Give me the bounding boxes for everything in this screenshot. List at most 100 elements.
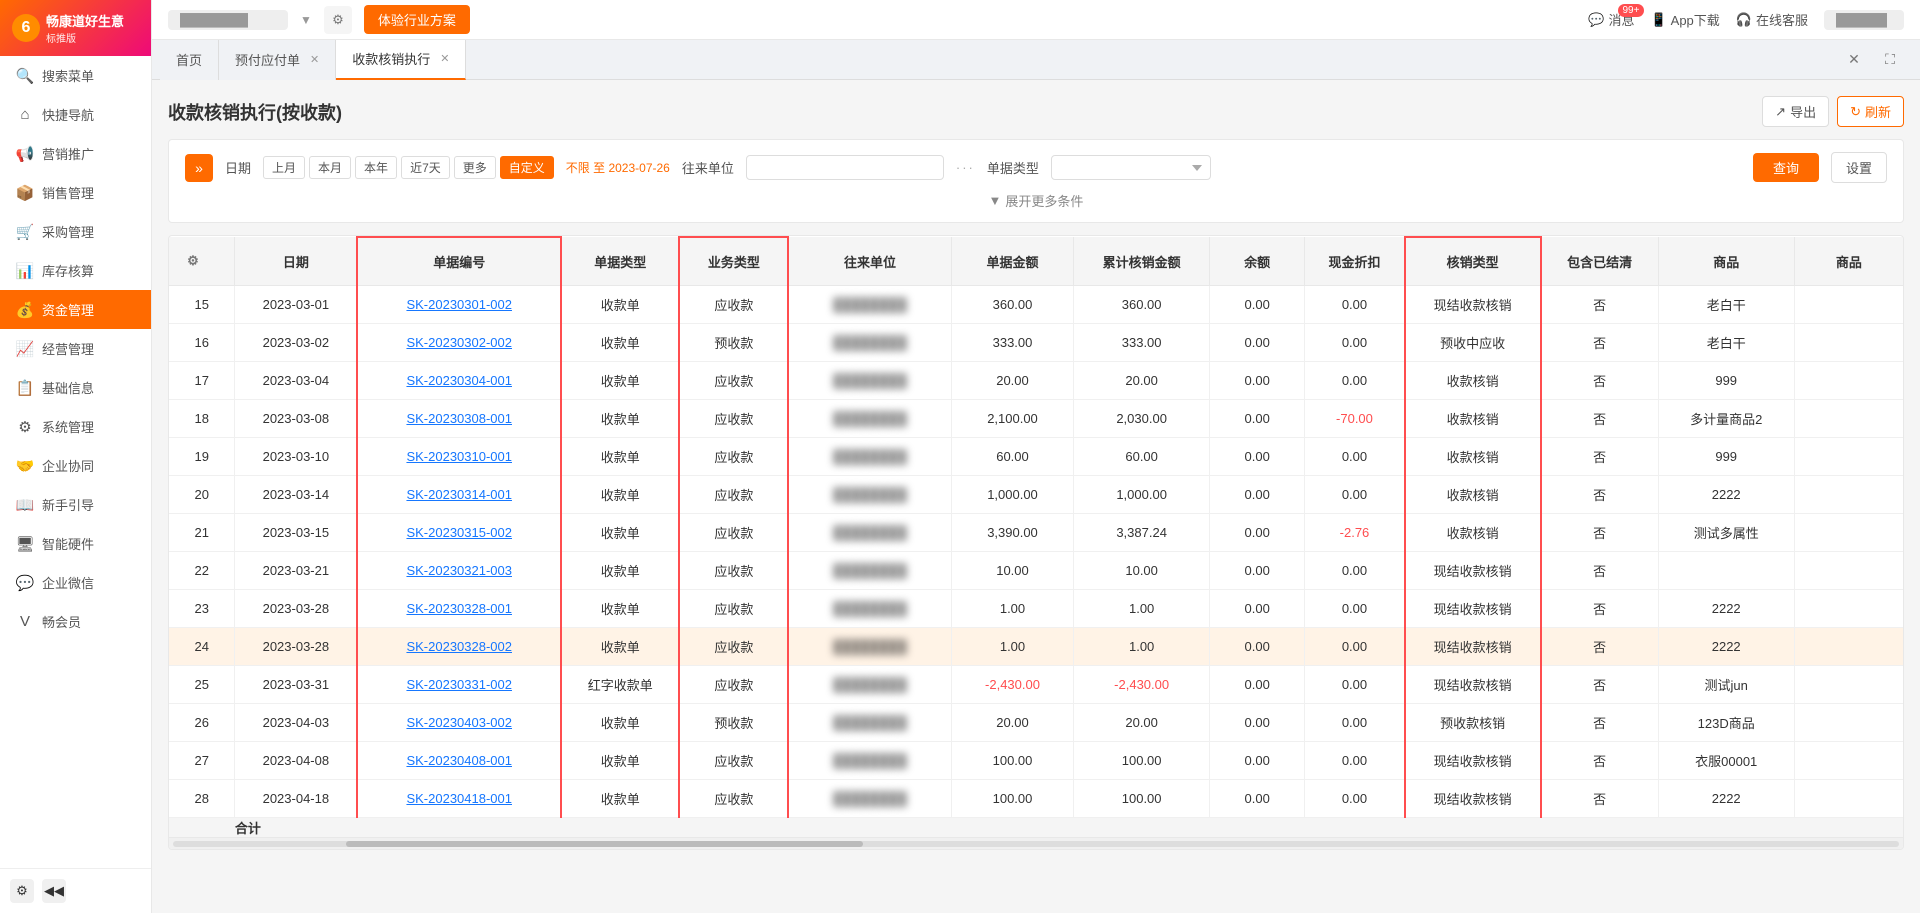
operation-icon: 📈 — [16, 340, 34, 358]
doc-link[interactable]: SK-20230328-002 — [406, 639, 512, 654]
sidebar-item-wechat[interactable]: 💬企业微信 — [0, 563, 151, 602]
main-area: ████████ ▼ ⚙ 体验行业方案 💬 消息 99+ 📱 App下载 🎧 在… — [152, 0, 1920, 913]
settings-bottom-icon[interactable]: ⚙ — [10, 879, 34, 903]
sidebar-item-marketing[interactable]: 📢营销推广 — [0, 134, 151, 173]
sidebar-item-capital[interactable]: 💰资金管理 — [0, 290, 151, 329]
filter-setting-btn[interactable]: 设置 — [1831, 152, 1887, 183]
cell-balance: 0.00 — [1210, 628, 1305, 666]
sidebar-item-search-menu[interactable]: 🔍搜索菜单 — [0, 56, 151, 95]
tab-prepay-close[interactable]: ✕ — [310, 53, 319, 66]
doc-link[interactable]: SK-20230418-001 — [406, 791, 512, 806]
table-row: 28 2023-04-18 SK-20230418-001 收款单 应收款 ██… — [169, 780, 1903, 818]
sidebar-item-basic[interactable]: 📋基础信息 — [0, 368, 151, 407]
doc-link[interactable]: SK-20230314-001 — [406, 487, 512, 502]
cell-serial: 18 — [169, 400, 235, 438]
this-month-btn[interactable]: 本月 — [309, 156, 351, 179]
doc-link[interactable]: SK-20230328-001 — [406, 601, 512, 616]
cell-no: SK-20230403-002 — [357, 704, 561, 742]
tab-expand-btn[interactable]: ⛶ — [1876, 46, 1904, 74]
last-month-btn[interactable]: 上月 — [263, 156, 305, 179]
filter-expand-btn[interactable]: » — [185, 154, 213, 182]
doc-link[interactable]: SK-20230331-002 — [406, 677, 512, 692]
cell-goods2 — [1794, 438, 1903, 476]
doc-link[interactable]: SK-20230301-002 — [406, 297, 512, 312]
cell-discount: -70.00 — [1305, 400, 1405, 438]
collapse-icon[interactable]: ◀◀ — [42, 879, 66, 903]
cell-partner: ████████ — [788, 742, 951, 780]
sidebar-item-purchase[interactable]: 🛒采购管理 — [0, 212, 151, 251]
doc-link[interactable]: SK-20230304-001 — [406, 373, 512, 388]
user-menu[interactable]: ██████ — [1824, 10, 1904, 30]
tab-home[interactable]: 首页 — [160, 40, 219, 80]
marketing-icon: 📢 — [16, 145, 34, 163]
cell-balance: 0.00 — [1210, 286, 1305, 324]
doc-link[interactable]: SK-20230408-001 — [406, 753, 512, 768]
voucher-type-select[interactable] — [1051, 155, 1211, 180]
col-header-biztype: 业务类型 — [679, 237, 788, 286]
table-gear-icon[interactable]: ⚙ — [179, 247, 207, 275]
cell-cumulative: 1.00 — [1074, 628, 1210, 666]
app-download-btn[interactable]: 📱 App下载 — [1650, 10, 1719, 29]
cell-cumulative: 20.00 — [1074, 704, 1210, 742]
last-7days-btn[interactable]: 近7天 — [401, 156, 450, 179]
export-btn[interactable]: ↗ 导出 — [1762, 96, 1829, 127]
query-btn[interactable]: 查询 — [1753, 153, 1819, 182]
cell-cumulative: 3,387.24 — [1074, 514, 1210, 552]
cell-biztype: 应收款 — [679, 666, 788, 704]
cell-date: 2023-03-14 — [235, 476, 357, 514]
cell-discount: -2.76 — [1305, 514, 1405, 552]
expand-more-btn[interactable]: ▼ 展开更多条件 — [989, 191, 1084, 210]
doc-link[interactable]: SK-20230321-003 — [406, 563, 512, 578]
custom-date-btn[interactable]: 自定义 — [500, 156, 554, 179]
topbar-gear-btn[interactable]: ⚙ — [324, 6, 352, 34]
cell-partner: ████████ — [788, 476, 951, 514]
tab-clearance[interactable]: 收款核销执行 ✕ — [336, 40, 466, 80]
sidebar-item-operation[interactable]: 📈经营管理 — [0, 329, 151, 368]
tab-prepay[interactable]: 预付应付单 ✕ — [219, 40, 336, 80]
sidebar-item-guide[interactable]: 📖新手引导 — [0, 485, 151, 524]
tabbar: 首页 预付应付单 ✕ 收款核销执行 ✕ ✕ ⛶ — [152, 40, 1920, 80]
sidebar-item-cooperation[interactable]: 🤝企业协同 — [0, 446, 151, 485]
table-row: 17 2023-03-04 SK-20230304-001 收款单 应收款 ██… — [169, 362, 1903, 400]
sidebar-item-member[interactable]: V畅会员 — [0, 602, 151, 641]
this-year-btn[interactable]: 本年 — [355, 156, 397, 179]
partner-input[interactable] — [746, 155, 944, 180]
cell-doctype: 收款单 — [561, 438, 679, 476]
cell-partner: ████████ — [788, 780, 951, 818]
doc-link[interactable]: SK-20230302-002 — [406, 335, 512, 350]
partner-filter-label: 往来单位 — [682, 158, 734, 177]
tab-clearance-close[interactable]: ✕ — [440, 52, 449, 65]
cell-goods1: 测试多属性 — [1658, 514, 1794, 552]
cell-serial: 15 — [169, 286, 235, 324]
message-btn[interactable]: 💬 消息 99+ — [1588, 10, 1634, 29]
table-scrollbar[interactable] — [169, 837, 1903, 849]
col-header-goods2: 商品 — [1794, 237, 1903, 286]
table-row: 19 2023-03-10 SK-20230310-001 收款单 应收款 ██… — [169, 438, 1903, 476]
cell-date: 2023-03-28 — [235, 590, 357, 628]
tab-close-all-btn[interactable]: ✕ — [1840, 46, 1868, 74]
filter-dots: ··· — [956, 160, 975, 175]
cell-partner: ████████ — [788, 628, 951, 666]
service-btn[interactable]: 🎧 在线客服 — [1736, 10, 1808, 29]
sidebar-item-quick-nav[interactable]: ⌂快捷导航 — [0, 95, 151, 134]
sidebar-item-sales[interactable]: 📦销售管理 — [0, 173, 151, 212]
sidebar-item-system[interactable]: ⚙系统管理 — [0, 407, 151, 446]
cell-cleartype: 现结收款核销 — [1405, 742, 1541, 780]
doc-link[interactable]: SK-20230403-002 — [406, 715, 512, 730]
table-row: 26 2023-04-03 SK-20230403-002 收款单 预收款 ██… — [169, 704, 1903, 742]
cell-partner: ████████ — [788, 514, 951, 552]
doc-link[interactable]: SK-20230308-001 — [406, 411, 512, 426]
doc-link[interactable]: SK-20230315-002 — [406, 525, 512, 540]
col-header-gear: ⚙ — [169, 237, 235, 286]
sidebar-item-hardware[interactable]: 🖥智能硬件 — [0, 524, 151, 563]
solution-btn[interactable]: 体验行业方案 — [364, 5, 470, 34]
more-date-btn[interactable]: 更多 — [454, 156, 496, 179]
cell-doctype: 收款单 — [561, 286, 679, 324]
doc-link[interactable]: SK-20230310-001 — [406, 449, 512, 464]
col-header-partner: 往来单位 — [788, 237, 951, 286]
cell-doctype: 收款单 — [561, 400, 679, 438]
cell-discount: 0.00 — [1305, 590, 1405, 628]
sidebar-item-inventory[interactable]: 📊库存核算 — [0, 251, 151, 290]
cell-biztype: 应收款 — [679, 362, 788, 400]
refresh-btn[interactable]: ↻ 刷新 — [1837, 96, 1904, 127]
